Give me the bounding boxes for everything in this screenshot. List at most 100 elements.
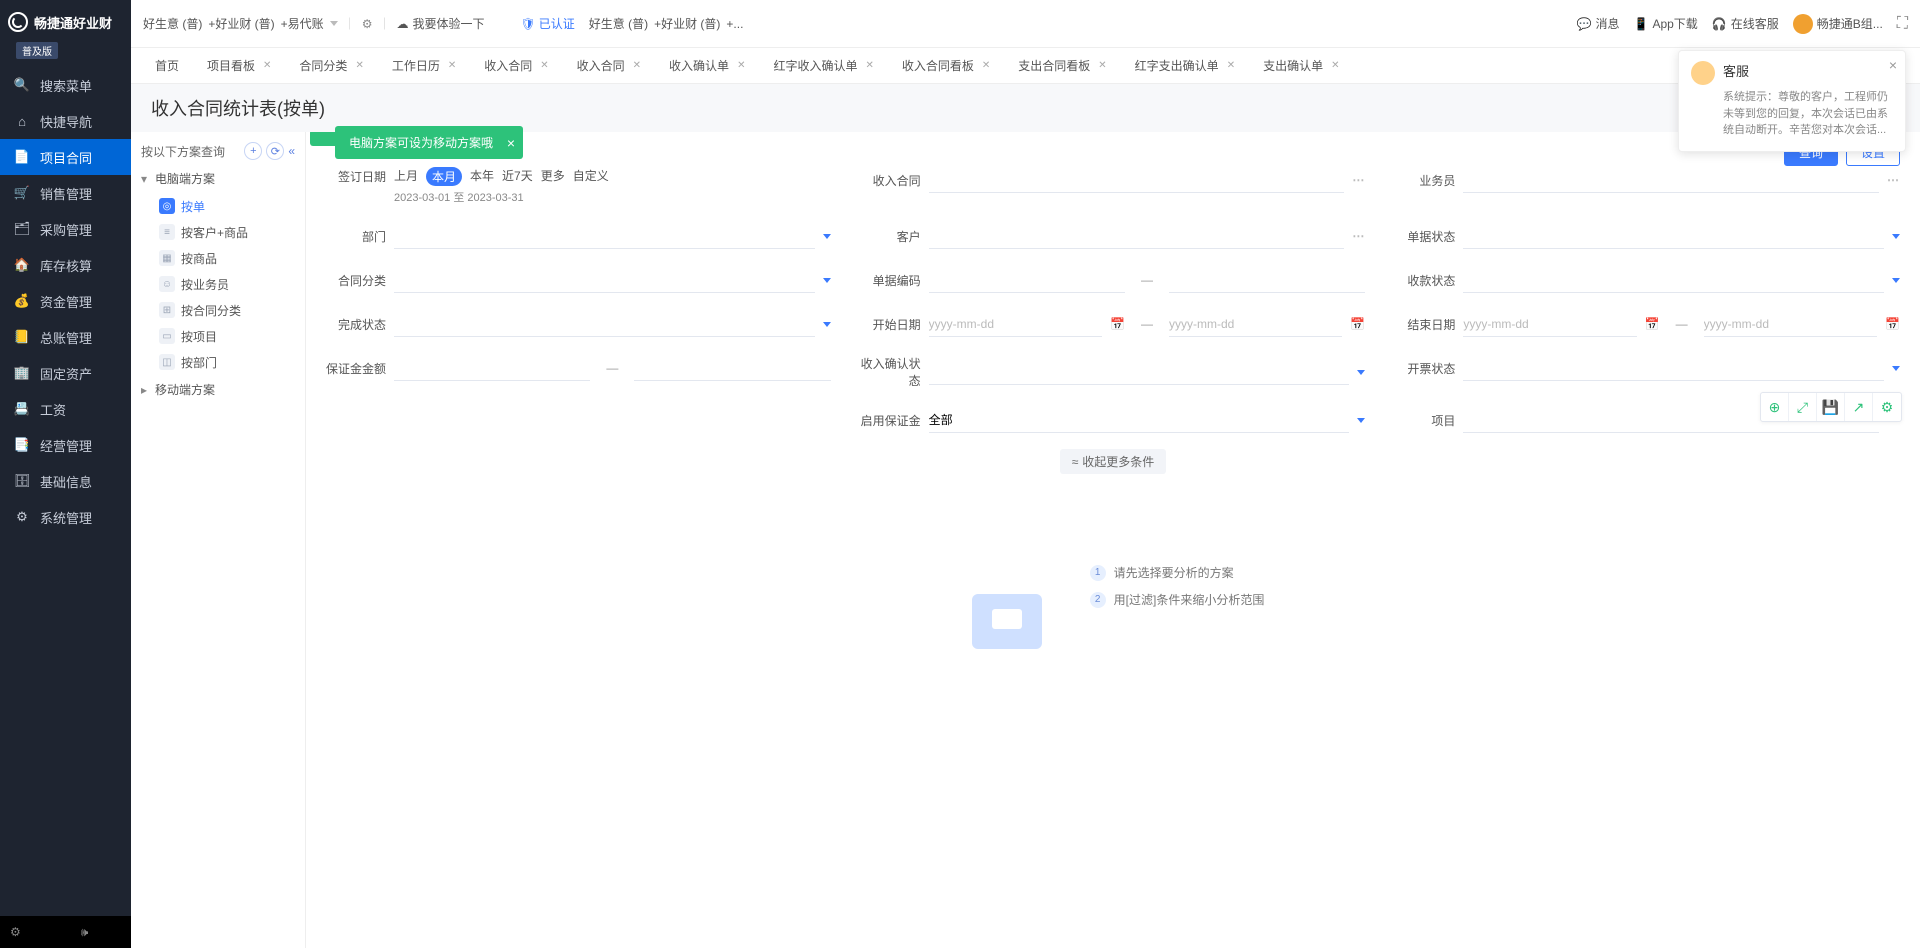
close-icon[interactable]: ✕ <box>1227 60 1235 71</box>
chevron-down-icon[interactable] <box>823 322 831 327</box>
contract-type-input[interactable] <box>394 267 815 293</box>
close-icon[interactable]: ✕ <box>737 60 745 71</box>
calendar-icon[interactable]: 📅 <box>1885 317 1900 331</box>
app-download-link[interactable]: 📱 App下载 <box>1634 15 1698 32</box>
sidebar-item-7[interactable]: 📒总账管理 <box>0 319 131 355</box>
sidebar-item-1[interactable]: ⌂快捷导航 <box>0 103 131 139</box>
sidebar-item-2[interactable]: 📄项目合同 <box>0 139 131 175</box>
collapse-panel-icon[interactable]: « <box>288 144 295 158</box>
tree-group-1[interactable]: ▸移动端方案 <box>141 381 295 398</box>
topbar-rlink-0[interactable]: 好生意 (普) <box>589 15 648 32</box>
tab-3[interactable]: 工作日历✕ <box>378 48 470 84</box>
sound-icon[interactable]: 🕪 <box>81 925 89 940</box>
sidebar-item-9[interactable]: 📇工资 <box>0 391 131 427</box>
more-icon[interactable]: ⋯ <box>1352 229 1365 243</box>
close-icon[interactable]: × <box>1889 57 1897 73</box>
sidebar-item-10[interactable]: 📑经营管理 <box>0 427 131 463</box>
scheme-item-1[interactable]: ≡按客户+商品 <box>159 219 295 245</box>
sidebar-item-6[interactable]: 💰资金管理 <box>0 283 131 319</box>
chevron-down-icon[interactable] <box>1357 370 1365 375</box>
date-quick-0[interactable]: 上月 <box>394 167 418 186</box>
chevron-down-icon[interactable] <box>1892 234 1900 239</box>
tab-7[interactable]: 红字收入确认单✕ <box>759 48 887 84</box>
online-service-link[interactable]: 🎧 在线客服 <box>1712 15 1779 32</box>
tab-2[interactable]: 合同分类✕ <box>285 48 377 84</box>
bill-status-input[interactable] <box>1463 223 1884 249</box>
close-icon[interactable]: × <box>507 135 515 151</box>
start-date-to[interactable] <box>1169 311 1342 337</box>
topbar-rlink-2[interactable]: +... <box>726 17 743 31</box>
sidebar-item-11[interactable]: 🗄基础信息 <box>0 463 131 499</box>
close-icon[interactable]: ✕ <box>448 60 456 71</box>
sidebar-item-8[interactable]: 🏢固定资产 <box>0 355 131 391</box>
close-icon[interactable]: ✕ <box>633 60 641 71</box>
chevron-down-icon[interactable] <box>1892 366 1900 371</box>
chevron-down-icon[interactable] <box>330 21 338 26</box>
dept-input[interactable] <box>394 223 815 249</box>
tab-1[interactable]: 项目看板✕ <box>193 48 285 84</box>
calendar-icon[interactable]: 📅 <box>1645 317 1660 331</box>
start-date-from[interactable] <box>929 311 1102 337</box>
calendar-icon[interactable]: 📅 <box>1110 317 1125 331</box>
deposit-amount-to[interactable] <box>634 355 830 381</box>
toolbar-export-icon[interactable]: ↗ <box>1845 393 1873 421</box>
invoice-status-input[interactable] <box>1463 355 1884 381</box>
more-icon[interactable]: ⋯ <box>1352 173 1365 187</box>
salesman-input[interactable] <box>1463 167 1879 193</box>
scheme-item-3[interactable]: ☺按业务员 <box>159 271 295 297</box>
date-quick-1[interactable]: 本月 <box>426 167 462 186</box>
topbar-rlink-1[interactable]: +好业财 (普) <box>654 15 720 32</box>
chevron-down-icon[interactable] <box>823 234 831 239</box>
close-icon[interactable]: ✕ <box>540 60 548 71</box>
close-icon[interactable]: ✕ <box>982 60 990 71</box>
chevron-down-icon[interactable] <box>1357 418 1365 423</box>
user-menu[interactable]: 畅捷通B组... <box>1793 14 1883 34</box>
scheme-item-0[interactable]: ◎按单 <box>159 193 295 219</box>
collapse-more-button[interactable]: ≈ 收起更多条件 <box>1060 449 1167 474</box>
bill-no-input-to[interactable] <box>1169 267 1365 293</box>
topbar-link-1[interactable]: +好业财 (普) <box>208 15 274 32</box>
tab-6[interactable]: 收入确认单✕ <box>655 48 759 84</box>
customer-input[interactable] <box>929 223 1345 249</box>
bill-no-input-from[interactable] <box>929 267 1125 293</box>
tab-10[interactable]: 红字支出确认单✕ <box>1121 48 1249 84</box>
toolbar-zoom-icon[interactable]: ⊕ <box>1761 393 1789 421</box>
add-scheme-icon[interactable]: + <box>244 142 262 160</box>
scheme-item-4[interactable]: ⊞按合同分类 <box>159 297 295 323</box>
finish-status-input[interactable] <box>394 311 815 337</box>
end-date-from[interactable] <box>1463 311 1636 337</box>
sidebar-item-4[interactable]: 🗂采购管理 <box>0 211 131 247</box>
tab-9[interactable]: 支出合同看板✕ <box>1004 48 1120 84</box>
sidebar-item-3[interactable]: 🛒销售管理 <box>0 175 131 211</box>
deposit-amount-from[interactable] <box>394 355 590 381</box>
toolbar-settings-icon[interactable]: ⚙ <box>1873 393 1901 421</box>
close-icon[interactable]: ✕ <box>263 60 271 71</box>
toolbar-expand-icon[interactable]: ⤢ <box>1789 393 1817 421</box>
date-quick-4[interactable]: 更多 <box>541 167 565 186</box>
income-contract-input[interactable] <box>929 167 1345 193</box>
calendar-icon[interactable]: 📅 <box>1350 317 1365 331</box>
close-icon[interactable]: ✕ <box>1331 60 1339 71</box>
scheme-item-6[interactable]: ◫按部门 <box>159 349 295 375</box>
sidebar-item-5[interactable]: 🏠库存核算 <box>0 247 131 283</box>
close-icon[interactable]: ✕ <box>355 60 363 71</box>
tab-4[interactable]: 收入合同✕ <box>470 48 562 84</box>
date-quick-2[interactable]: 本年 <box>470 167 494 186</box>
gear-icon[interactable]: ⚙ <box>362 17 373 31</box>
more-icon[interactable]: ⋯ <box>1887 173 1900 187</box>
refresh-scheme-icon[interactable]: ⟳ <box>266 142 284 160</box>
date-quick-3[interactable]: 近7天 <box>502 167 533 186</box>
end-date-to[interactable] <box>1704 311 1877 337</box>
enable-deposit-input[interactable] <box>929 407 1350 433</box>
receipt-status-input[interactable] <box>1463 267 1884 293</box>
income-confirm-input[interactable] <box>929 359 1350 385</box>
topbar-link-0[interactable]: 好生意 (普) <box>143 15 202 32</box>
tab-0[interactable]: 首页 <box>141 48 193 84</box>
tab-5[interactable]: 收入合同✕ <box>563 48 655 84</box>
message-link[interactable]: 💬 消息 <box>1577 15 1620 32</box>
topbar-link-2[interactable]: +易代账 <box>281 15 324 32</box>
try-link[interactable]: ☁ 我要体验一下 <box>396 15 484 32</box>
scheme-item-5[interactable]: ▭按项目 <box>159 323 295 349</box>
date-quick-5[interactable]: 自定义 <box>573 167 609 186</box>
chevron-down-icon[interactable] <box>1892 278 1900 283</box>
